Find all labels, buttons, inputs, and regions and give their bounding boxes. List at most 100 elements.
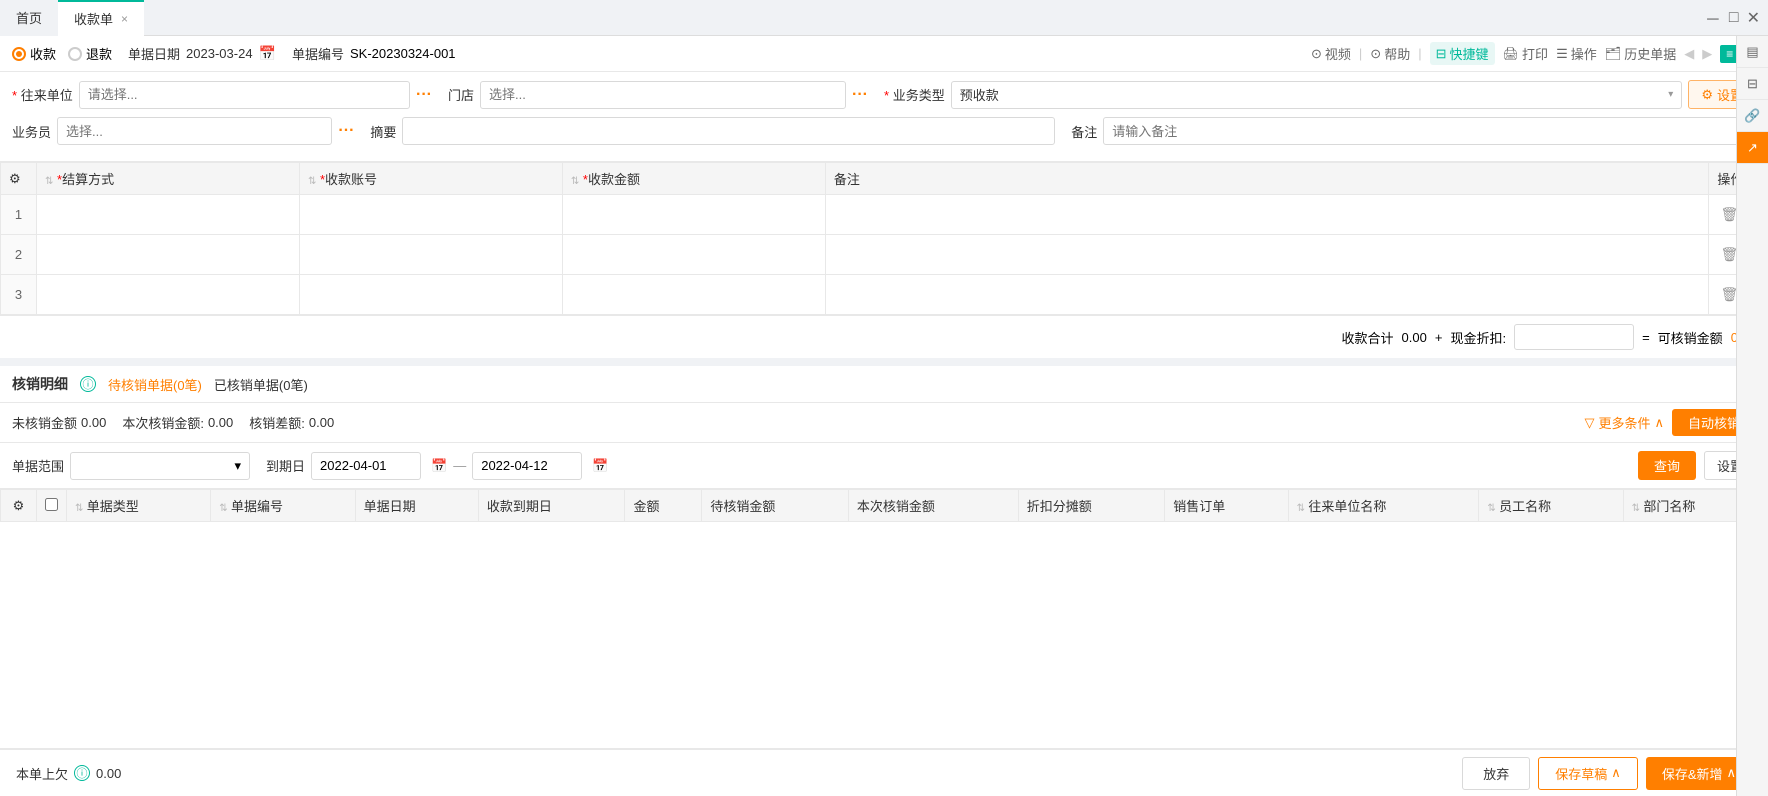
pending-tab[interactable]: 待核销单据(0笔) bbox=[108, 375, 202, 394]
discount-input[interactable] bbox=[1514, 324, 1634, 350]
col-settlement-th: ⇅ *结算方式 bbox=[37, 163, 300, 195]
account-input-1[interactable] bbox=[300, 195, 562, 234]
receipt-table: ⚙ ⇅ *结算方式 ⇅ *收款账号 ⇅ *收款金额 备注 bbox=[0, 162, 1768, 315]
counterpart-input[interactable] bbox=[79, 81, 410, 109]
btm-col-doc-type-label: 单据类型 bbox=[87, 499, 139, 514]
discard-button[interactable]: 放弃 bbox=[1462, 757, 1530, 790]
print-btn[interactable]: 🖨 打印 bbox=[1503, 44, 1549, 63]
btm-col-discount: 折扣分摊额 bbox=[1018, 490, 1165, 522]
footer-info-icon[interactable]: ⓘ bbox=[74, 765, 90, 781]
btm-col-pending-label: 待核销金额 bbox=[710, 499, 775, 514]
doc-date-value: 2023-03-24 bbox=[186, 46, 253, 61]
minimize-button[interactable]: － bbox=[1705, 6, 1721, 30]
operation-btn[interactable]: ☰ 操作 bbox=[1556, 44, 1597, 63]
account-input-2[interactable] bbox=[300, 235, 562, 274]
store-dots-btn[interactable]: ··· bbox=[852, 86, 868, 104]
btm-checkbox-th[interactable] bbox=[37, 490, 67, 522]
note-input[interactable] bbox=[1103, 117, 1756, 145]
history-label: 历史单据 bbox=[1624, 44, 1676, 63]
biz-type-select[interactable]: 预收款 ▾ bbox=[951, 81, 1683, 109]
table-gear-th[interactable]: ⚙ bbox=[1, 163, 37, 195]
btm-table: ⚙ ⇅ 单据类型 ⇅ 单据编号 单据日期 bbox=[0, 489, 1768, 562]
total-label: 收款合计 bbox=[1342, 328, 1394, 347]
plus-sign: + bbox=[1435, 330, 1443, 345]
more-filter-btn[interactable]: ▽ 更多条件 ∧ bbox=[1584, 413, 1664, 432]
footer: 本单上欠 ⓘ 0.00 放弃 保存草稿 ∧ 保存&新增 ∧ bbox=[0, 748, 1768, 796]
note-input-3[interactable] bbox=[826, 275, 1709, 314]
radio-receipt[interactable]: 收款 bbox=[12, 44, 56, 63]
history-btn[interactable]: 🗂 历史单据 bbox=[1605, 44, 1677, 63]
verif-info-icon[interactable]: ⓘ bbox=[80, 376, 96, 392]
note-input-1[interactable] bbox=[826, 195, 1709, 234]
amount-cell-2[interactable] bbox=[562, 235, 825, 275]
shortcut-btn[interactable]: ⊟ 快捷键 bbox=[1430, 42, 1495, 65]
tab-home[interactable]: 首页 bbox=[0, 0, 58, 36]
settlement-input-2[interactable] bbox=[37, 235, 299, 274]
date-from-input[interactable] bbox=[311, 452, 421, 480]
account-cell-3[interactable] bbox=[299, 275, 562, 315]
amount-cell-3[interactable] bbox=[562, 275, 825, 315]
footer-right: 放弃 保存草稿 ∧ 保存&新增 ∧ bbox=[1462, 757, 1752, 790]
maximize-button[interactable]: □ bbox=[1729, 9, 1739, 27]
note-cell-2[interactable] bbox=[825, 235, 1709, 275]
save-arrow-icon: ∧ bbox=[1726, 765, 1736, 781]
note-cell-1[interactable] bbox=[825, 195, 1709, 235]
btm-col-due-date: 收款到期日 bbox=[478, 490, 625, 522]
settlement-input-1[interactable] bbox=[37, 195, 299, 234]
col-account-label: 收款账号 bbox=[325, 172, 377, 187]
account-cell-1[interactable] bbox=[299, 195, 562, 235]
calendar-icon[interactable]: 📅 bbox=[259, 45, 276, 62]
settlement-cell-3[interactable] bbox=[37, 275, 300, 315]
date-to-input[interactable] bbox=[472, 452, 582, 480]
section-divider bbox=[0, 358, 1768, 366]
summary-input[interactable] bbox=[402, 117, 1055, 145]
calendar-to-icon[interactable]: 📅 bbox=[592, 458, 608, 474]
receipt-table-container: ⚙ ⇅ *结算方式 ⇅ *收款账号 ⇅ *收款金额 备注 bbox=[0, 162, 1768, 315]
help-btn[interactable]: ⊙ 帮助 bbox=[1370, 44, 1410, 63]
tab-receipt[interactable]: 收款单 × bbox=[58, 0, 144, 36]
query-button[interactable]: 查询 bbox=[1638, 451, 1696, 480]
close-button[interactable]: ✕ bbox=[1747, 8, 1760, 28]
filter-row: 单据范围 ▾ 到期日 📅 — 📅 查询 设置 bbox=[0, 443, 1768, 489]
store-input[interactable] bbox=[480, 81, 846, 109]
draft-button[interactable]: 保存草稿 ∧ bbox=[1538, 757, 1638, 790]
equals-sign: = bbox=[1642, 330, 1650, 345]
radio-refund-circle bbox=[68, 47, 82, 61]
account-cell-2[interactable] bbox=[299, 235, 562, 275]
radio-refund[interactable]: 退款 bbox=[68, 44, 112, 63]
row-num-3: 3 bbox=[1, 275, 37, 315]
note-input-2[interactable] bbox=[826, 235, 1709, 274]
verif-header: 核销明细 ⓘ 待核销单据(0笔) 已核销单据(0笔) bbox=[0, 366, 1768, 403]
amount-input-1[interactable] bbox=[563, 195, 825, 234]
counterpart-dots-btn[interactable]: ··· bbox=[416, 86, 432, 104]
settings-icon: ⚙ bbox=[1701, 87, 1713, 103]
select-all-checkbox[interactable] bbox=[45, 498, 58, 511]
doc-range-arrow: ▾ bbox=[234, 458, 241, 474]
staff-dots-btn[interactable]: ··· bbox=[338, 122, 354, 140]
print-label: 打印 bbox=[1522, 44, 1548, 63]
row-num-2: 2 bbox=[1, 235, 37, 275]
col-note-th: 备注 bbox=[825, 163, 1709, 195]
amount-input-2[interactable] bbox=[563, 235, 825, 274]
btm-gear-th[interactable]: ⚙ bbox=[1, 490, 37, 522]
doc-range-select[interactable]: ▾ bbox=[70, 452, 250, 480]
amount-input-3[interactable] bbox=[563, 275, 825, 314]
settlement-input-3[interactable] bbox=[37, 275, 299, 314]
amount-cell-1[interactable] bbox=[562, 195, 825, 235]
staff-input[interactable] bbox=[57, 117, 332, 145]
radio-group: 收款 退款 bbox=[12, 44, 112, 63]
form-area: * 往来单位 ··· 门店 ··· * 业务类型 预收款 ▾ ⚙ 设置 bbox=[0, 72, 1768, 162]
sidebar-icon-2[interactable]: ⊟ bbox=[1737, 68, 1768, 100]
sidebar-icon-3[interactable]: 🔗 bbox=[1737, 100, 1768, 132]
settlement-cell-1[interactable] bbox=[37, 195, 300, 235]
btm-col-pending: 待核销金额 bbox=[702, 490, 849, 522]
settlement-cell-2[interactable] bbox=[37, 235, 300, 275]
calendar-from-icon[interactable]: 📅 bbox=[431, 458, 447, 474]
tab-close-icon[interactable]: × bbox=[121, 12, 128, 26]
done-tab[interactable]: 已核销单据(0笔) bbox=[214, 375, 308, 394]
video-btn[interactable]: ⊙ 视频 bbox=[1311, 44, 1351, 63]
sidebar-icon-1[interactable]: ▤ bbox=[1737, 36, 1768, 68]
account-input-3[interactable] bbox=[300, 275, 562, 314]
note-cell-3[interactable] bbox=[825, 275, 1709, 315]
sidebar-icon-4[interactable]: ↗ bbox=[1737, 132, 1768, 164]
